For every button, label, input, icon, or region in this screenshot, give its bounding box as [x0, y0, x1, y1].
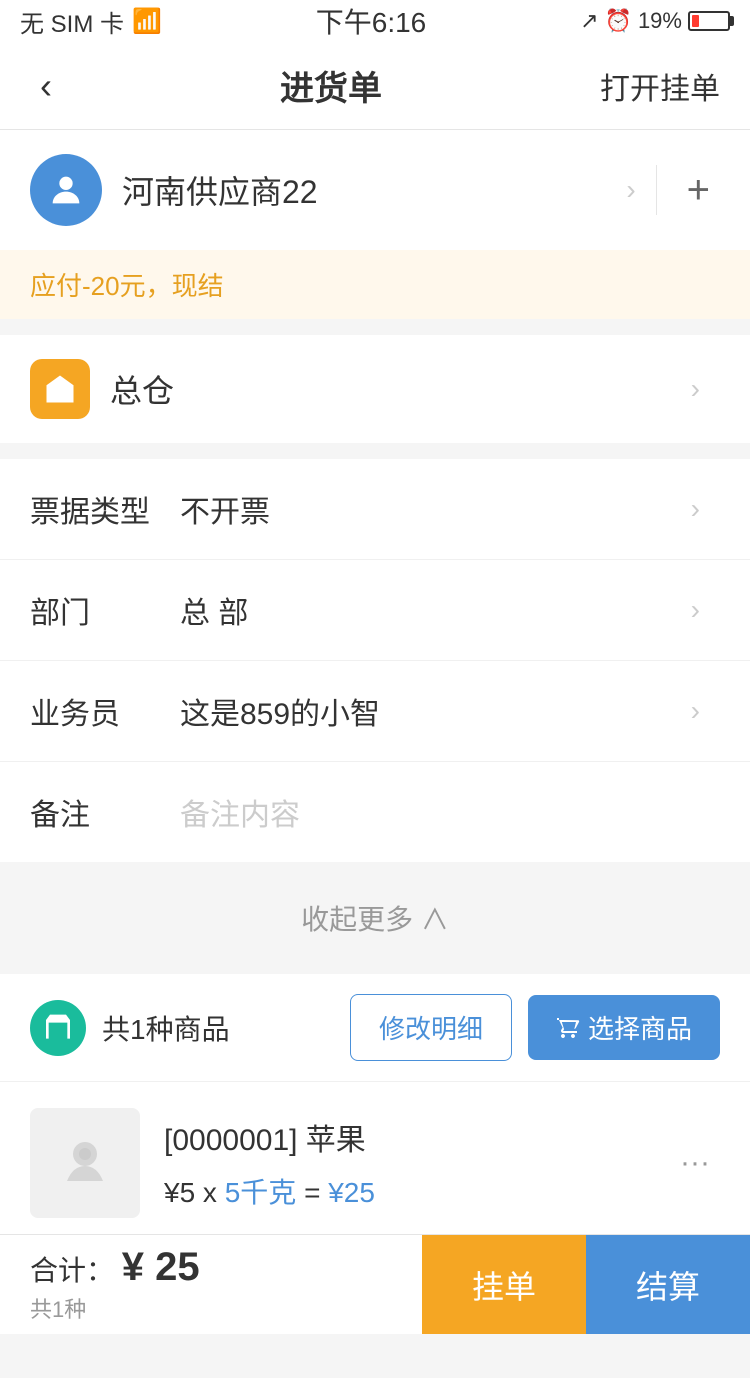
location-icon: ↗	[580, 8, 598, 34]
bottom-bar: 合计： ¥ 25 共1种 挂单 结算	[0, 1234, 750, 1334]
checkout-button[interactable]: 结算	[586, 1235, 750, 1334]
product-item: [0000001] 苹果 ¥5 x 5千克 = ¥25 ···	[0, 1084, 750, 1242]
ticket-type-chevron-icon: ›	[691, 493, 700, 525]
carrier-label: 无 SIM 卡	[20, 4, 124, 39]
battery-percent: 19%	[638, 8, 682, 34]
product-title: 苹果	[306, 1124, 366, 1157]
total-row: 合计： ¥ 25	[30, 1245, 392, 1290]
cart-icon	[556, 1016, 580, 1040]
status-left: 无 SIM 卡 📶	[20, 4, 162, 39]
total-count: 共1种	[30, 1292, 392, 1324]
products-icon-bg	[30, 1000, 86, 1056]
warehouse-chevron-icon: ›	[691, 373, 700, 405]
product-thumbnail	[30, 1108, 140, 1218]
product-total: ¥25	[328, 1177, 375, 1208]
product-price-row: ¥5 x 5千克 = ¥25	[164, 1171, 670, 1211]
collapse-button[interactable]: 收起更多 ∧	[0, 878, 750, 958]
status-time: 下午6:16	[316, 1, 427, 41]
salesperson-label: 业务员	[30, 689, 160, 733]
products-header: 共1种商品 修改明细 选择商品	[0, 974, 750, 1082]
supplier-row[interactable]: 河南供应商22 › +	[0, 130, 750, 250]
department-value: 总 部	[160, 588, 691, 632]
ticket-type-label: 票据类型	[30, 487, 160, 531]
ticket-type-row[interactable]: 票据类型 不开票 ›	[0, 459, 750, 560]
warehouse-icon-bg	[30, 359, 90, 419]
person-icon	[46, 170, 86, 210]
total-section: 合计： ¥ 25 共1种	[0, 1245, 422, 1324]
open-hang-button[interactable]: 打开挂单	[600, 64, 720, 108]
remark-value: 备注内容	[160, 790, 720, 834]
warehouse-section: 总仓 ›	[0, 335, 750, 443]
warehouse-name: 总仓	[110, 366, 691, 412]
alarm-icon: ⏰	[605, 8, 632, 34]
product-info: [0000001] 苹果 ¥5 x 5千克 = ¥25	[164, 1115, 670, 1211]
product-code: [0000001]	[164, 1124, 306, 1157]
battery-icon	[688, 11, 730, 31]
remark-label: 备注	[30, 790, 160, 834]
supplier-name: 河南供应商22	[122, 167, 626, 213]
supplier-chevron-icon: ›	[626, 174, 635, 206]
salesperson-value: 这是859的小智	[160, 689, 691, 733]
warehouse-icon	[42, 371, 78, 407]
status-right: ↗ ⏰ 19%	[580, 8, 730, 34]
product-name: [0000001] 苹果	[164, 1115, 670, 1159]
select-product-label: 选择商品	[588, 1009, 692, 1046]
select-product-button[interactable]: 选择商品	[528, 995, 720, 1060]
hang-order-button[interactable]: 挂单	[422, 1235, 586, 1334]
form-section: 票据类型 不开票 › 部门 总 部 › 业务员 这是859的小智 › 备注 备注…	[0, 459, 750, 862]
notice-banner: 应付-20元，现结	[0, 250, 750, 319]
supplier-section: 河南供应商22 › +	[0, 130, 750, 250]
product-quantity: 5千克	[225, 1177, 297, 1208]
supplier-avatar	[30, 154, 102, 226]
product-menu-button[interactable]: ···	[670, 1136, 720, 1190]
back-button[interactable]: ‹	[30, 55, 62, 117]
warehouse-row[interactable]: 总仓 ›	[0, 335, 750, 443]
salesperson-chevron-icon: ›	[691, 695, 700, 727]
add-supplier-button[interactable]: +	[677, 168, 720, 213]
salesperson-row[interactable]: 业务员 这是859的小智 ›	[0, 661, 750, 762]
department-row[interactable]: 部门 总 部 ›	[0, 560, 750, 661]
product-unit-price: ¥5 x	[164, 1177, 225, 1208]
page-title: 进货单	[280, 61, 382, 110]
main-content: 河南供应商22 › + 应付-20元，现结 总仓 › 票据类型 不开票 ›	[0, 130, 750, 1378]
products-count-label: 共1种商品	[102, 1008, 350, 1048]
shopping-bag-icon	[42, 1012, 74, 1044]
total-amount: ¥ 25	[122, 1245, 200, 1289]
ticket-type-value: 不开票	[160, 487, 691, 531]
divider	[656, 165, 657, 215]
department-label: 部门	[30, 588, 160, 632]
edit-detail-button[interactable]: 修改明细	[350, 994, 512, 1061]
total-label: 合计：	[30, 1255, 114, 1286]
bottom-actions: 挂单 结算	[422, 1235, 750, 1334]
battery-fill	[692, 15, 699, 27]
notice-text: 应付-20元，现结	[30, 271, 224, 301]
wifi-icon: 📶	[132, 7, 162, 36]
product-placeholder-icon	[55, 1133, 115, 1193]
nav-bar: ‹ 进货单 打开挂单	[0, 42, 750, 130]
product-equals: =	[304, 1177, 328, 1208]
remark-row[interactable]: 备注 备注内容	[0, 762, 750, 862]
products-section: 共1种商品 修改明细 选择商品 [0000001]	[0, 974, 750, 1242]
status-bar: 无 SIM 卡 📶 下午6:16 ↗ ⏰ 19%	[0, 0, 750, 42]
department-chevron-icon: ›	[691, 594, 700, 626]
